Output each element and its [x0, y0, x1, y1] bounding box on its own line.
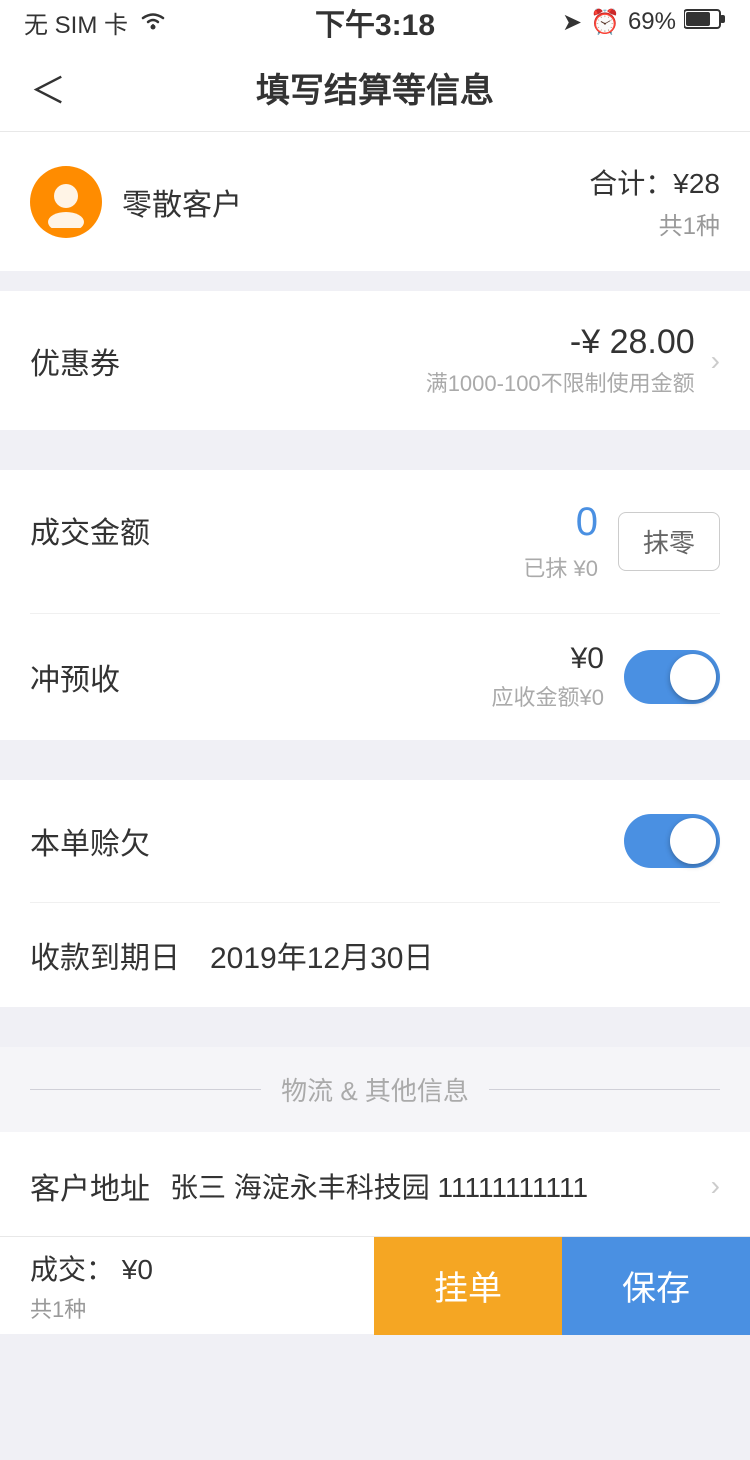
customer-name: 零散客户 — [122, 180, 242, 224]
footer: 成交： ¥0 共1种 挂单 保存 — [0, 1236, 750, 1334]
coupon-section: 优惠券 -¥ 28.00 满1000-100不限制使用金额 › — [0, 291, 750, 430]
customer-section: 零散客户 合计：¥28 共1种 — [0, 132, 750, 271]
back-button[interactable]: ＜ — [30, 62, 66, 114]
status-time: 下午3:18 — [315, 0, 435, 44]
debt-label: 本单赊欠 — [30, 819, 150, 863]
precollect-right: ¥0 应收金额¥0 — [492, 642, 720, 712]
toggle-knob — [670, 654, 716, 700]
footer-deal: 成交： ¥0 — [30, 1248, 344, 1288]
round-button[interactable]: 抹零 — [618, 512, 720, 571]
footer-count: 共1种 — [30, 1292, 344, 1324]
coupon-right: -¥ 28.00 满1000-100不限制使用金额 › — [426, 323, 720, 398]
status-bar: 无 SIM 卡 下午3:18 ➤ ⏰ 69% — [0, 0, 750, 44]
precollect-value-block: ¥0 应收金额¥0 — [492, 642, 604, 712]
precollect-label: 冲预收 — [30, 655, 120, 699]
amount-label: 成交金额 — [30, 500, 150, 552]
logistics-header: 物流 & 其他信息 — [0, 1047, 750, 1132]
alarm-icon: ⏰ — [590, 8, 620, 37]
precollect-toggle[interactable] — [624, 650, 720, 704]
debt-section: 本单赊欠 收款到期日 2019年12月30日 — [0, 780, 750, 1007]
address-value: 张三 海淀永丰科技园 11111111111 — [170, 1166, 691, 1206]
amount-section: 成交金额 0 已抹 ¥0 抹零 冲预收 ¥0 应收金额¥0 — [0, 470, 750, 740]
duedate-value: 2019年12月30日 — [210, 933, 433, 977]
customer-left: 零散客户 — [30, 166, 242, 238]
amount-row: 成交金额 0 已抹 ¥0 抹零 — [0, 470, 750, 613]
nav-title: 填写结算等信息 — [256, 63, 494, 112]
coupon-value-block: -¥ 28.00 满1000-100不限制使用金额 — [426, 323, 695, 398]
footer-info: 成交： ¥0 共1种 — [0, 1248, 374, 1324]
location-icon: ➤ — [562, 8, 582, 37]
address-chevron-icon: › — [711, 1170, 720, 1202]
precollect-value: ¥0 — [492, 642, 604, 676]
logistics-line-left — [30, 1089, 261, 1090]
address-row[interactable]: 客户地址 张三 海淀永丰科技园 11111111111 › — [0, 1132, 750, 1240]
precollect-row: 冲预收 ¥0 应收金额¥0 — [0, 614, 750, 740]
address-label: 客户地址 — [30, 1164, 150, 1208]
duedate-label: 收款到期日 — [30, 933, 180, 977]
sim-label: 无 SIM 卡 — [24, 5, 128, 40]
save-button[interactable]: 保存 — [562, 1237, 750, 1335]
amount-right: 0 已抹 ¥0 抹零 — [523, 500, 720, 583]
battery-label: 69% — [628, 8, 676, 36]
hold-button[interactable]: 挂单 — [374, 1237, 562, 1335]
section-divider-1 — [0, 450, 750, 470]
coupon-row[interactable]: 优惠券 -¥ 28.00 满1000-100不限制使用金额 › — [0, 291, 750, 430]
amount-value: 0 — [523, 500, 598, 545]
amount-value-block: 0 已抹 ¥0 — [523, 500, 598, 583]
battery-icon — [684, 8, 726, 37]
wifi-icon — [138, 8, 168, 37]
avatar — [30, 166, 102, 238]
coupon-discount: -¥ 28.00 — [426, 323, 695, 362]
total-count: 共1种 — [589, 206, 720, 241]
debt-row: 本单赊欠 — [0, 780, 750, 902]
address-section: 客户地址 张三 海淀永丰科技园 11111111111 › — [0, 1132, 750, 1240]
customer-row: 零散客户 合计：¥28 共1种 — [0, 132, 750, 271]
debt-toggle-knob — [670, 818, 716, 864]
duedate-row: 收款到期日 2019年12月30日 — [0, 903, 750, 1007]
debt-toggle[interactable] — [624, 814, 720, 868]
nav-bar: ＜ 填写结算等信息 — [0, 44, 750, 132]
logistics-title: 物流 & 其他信息 — [281, 1071, 469, 1108]
precollect-sub: 应收金额¥0 — [492, 680, 604, 712]
coupon-label: 优惠券 — [30, 339, 120, 383]
coupon-description: 满1000-100不限制使用金额 — [426, 366, 695, 398]
logistics-line-right — [489, 1089, 720, 1090]
customer-total: 合计：¥28 共1种 — [589, 162, 720, 241]
chevron-right-icon: › — [711, 345, 720, 377]
status-left: 无 SIM 卡 — [24, 5, 168, 40]
status-right: ➤ ⏰ 69% — [562, 8, 726, 37]
section-divider-3 — [0, 1027, 750, 1047]
section-divider-2 — [0, 760, 750, 780]
amount-sub: 已抹 ¥0 — [523, 551, 598, 583]
total-amount: 合计：¥28 — [589, 162, 720, 202]
